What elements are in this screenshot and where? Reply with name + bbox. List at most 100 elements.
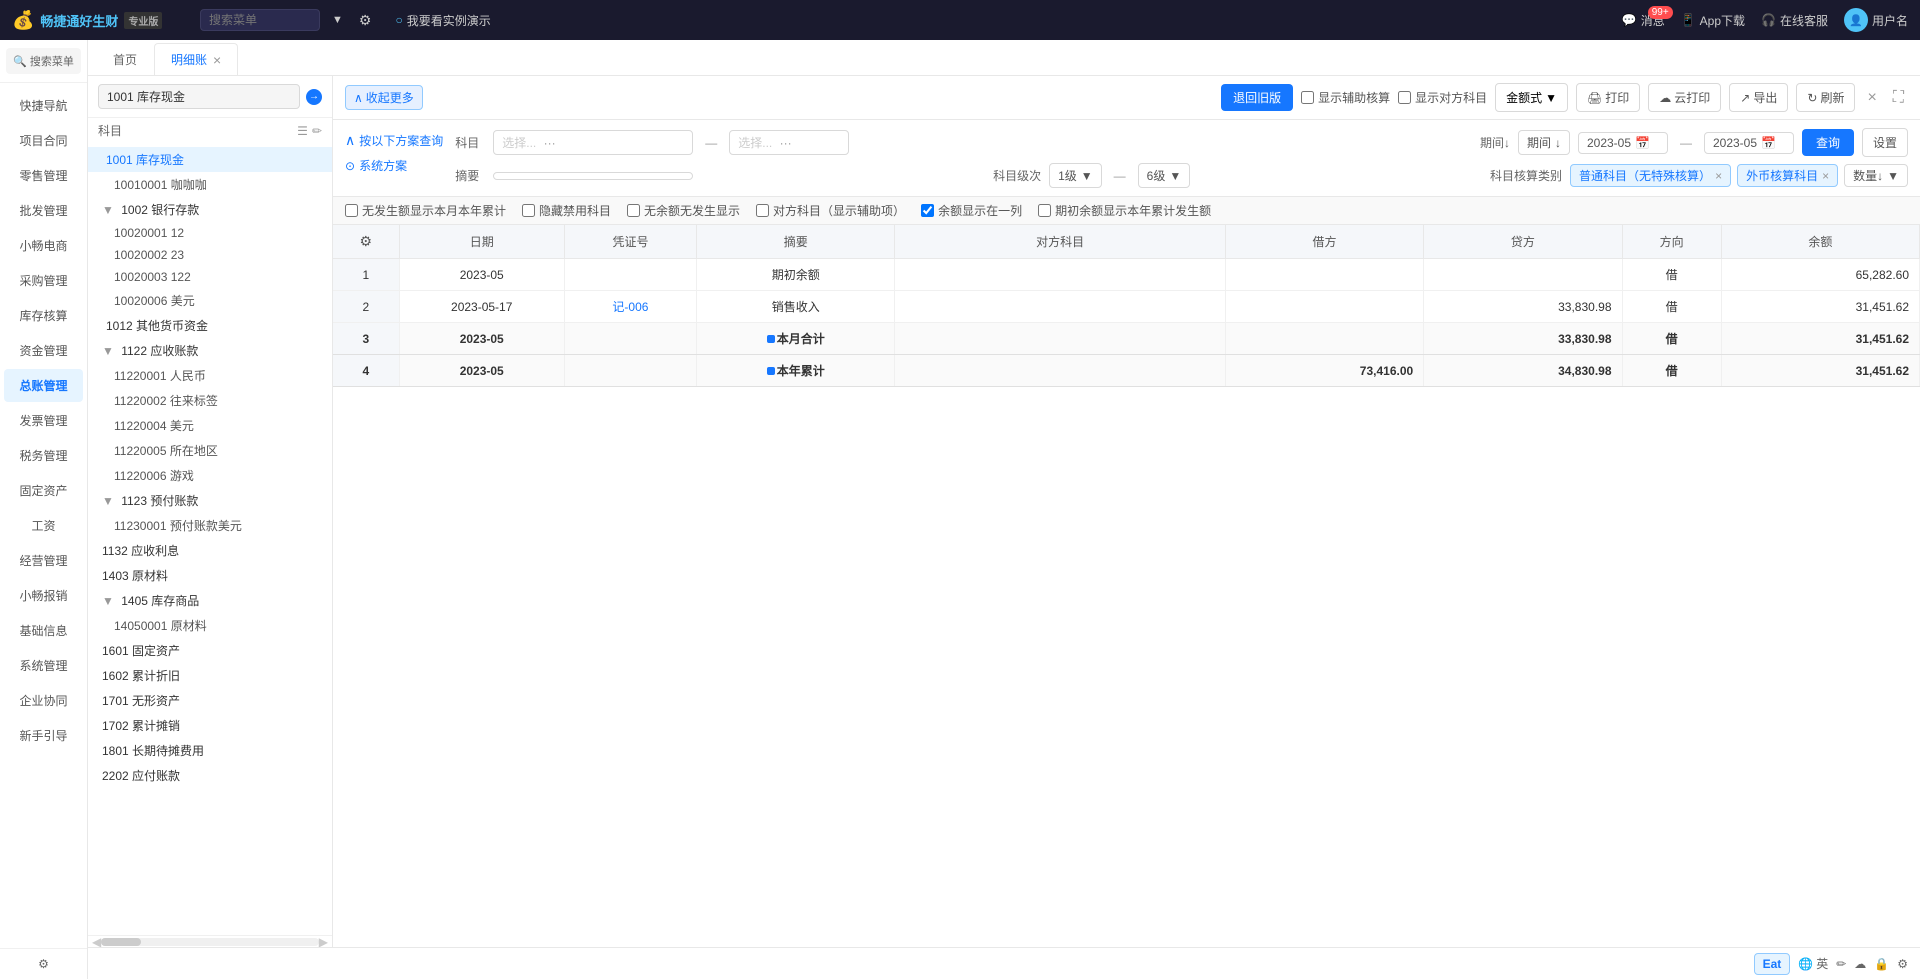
app-download-btn[interactable]: 📱 App下载 (1681, 12, 1745, 29)
subject-filter-input[interactable]: 选择... ··· (493, 130, 693, 155)
check-item-no-occurrence[interactable]: 无发生额显示本月本年累计 (345, 202, 506, 219)
tree-item-11220002[interactable]: 11220002 往来标签 (88, 388, 332, 413)
checkbox-show-ytd[interactable] (1038, 204, 1051, 217)
tree-list-icon[interactable]: ☰ (297, 124, 308, 138)
th-settings[interactable]: ⚙ (333, 225, 399, 259)
sidebar-item-project-contract[interactable]: 项目合同 (4, 124, 83, 157)
tree-item-1601[interactable]: 1601 固定资产 (88, 638, 332, 663)
user-avatar[interactable]: 👤 用户名 (1844, 8, 1908, 32)
tree-item-11220006[interactable]: 11220006 游戏 (88, 463, 332, 488)
tree-item-10020001[interactable]: 10020001 12 (88, 222, 332, 244)
check-item-hide-disabled[interactable]: 隐藏禁用科目 (522, 202, 611, 219)
level-to-select[interactable]: 6级 ▼ (1138, 163, 1191, 188)
collapse-filter-btn[interactable]: ∧ 收起更多 (345, 85, 423, 110)
tree-item-1702[interactable]: 1702 累计摊销 (88, 713, 332, 738)
sidebar-item-sys-manage[interactable]: 系统管理 (4, 649, 83, 682)
sidebar-item-quick-nav[interactable]: 快捷导航 (4, 89, 83, 122)
sidebar-item-capital[interactable]: 资金管理 (4, 334, 83, 367)
level-from-select[interactable]: 1级 ▼ (1049, 163, 1102, 188)
sidebar-item-enterprise[interactable]: 企业协同 (4, 684, 83, 717)
cloud-print-btn[interactable]: ☁ 云打印 (1648, 83, 1721, 112)
filter-tag-remove-0[interactable]: × (1715, 169, 1722, 183)
sidebar-item-invoice[interactable]: 发票管理 (4, 404, 83, 437)
tree-item-1602[interactable]: 1602 累计折旧 (88, 663, 332, 688)
sidebar-settings-btn[interactable]: ⚙ (0, 948, 87, 979)
scheme-collapse-icon[interactable]: ∧ (345, 132, 355, 149)
tree-item-10020006[interactable]: 10020006 美元 (88, 288, 332, 313)
tree-item-14050001[interactable]: 14050001 原材料 (88, 613, 332, 638)
checkbox-hide-disabled[interactable] (522, 204, 535, 217)
tab-close-ledger[interactable]: × (213, 53, 221, 67)
top-search-input[interactable] (200, 9, 320, 31)
sidebar-search-btn[interactable]: 🔍 搜索菜单 (6, 48, 81, 74)
sidebar-item-inventory[interactable]: 库存核算 (4, 299, 83, 332)
gear-icon[interactable]: ⚙ (359, 12, 372, 29)
tree-item-1001[interactable]: 1001 库存现金 (88, 147, 332, 172)
table-area[interactable]: ⚙ 日期 凭证号 摘要 对方科目 借方 贷方 方向 余额 120 (333, 225, 1920, 947)
check-item-no-balance[interactable]: 无余额无发生显示 (627, 202, 740, 219)
tree-item-1122[interactable]: ▼ 1122 应收账款 (88, 338, 332, 363)
query-btn[interactable]: 查询 (1802, 129, 1854, 156)
scrollbar-area[interactable] (101, 938, 319, 946)
cloud-sync-icon-btn[interactable]: ☁ (1854, 957, 1866, 971)
tree-item-11220005[interactable]: 11220005 所在地区 (88, 438, 332, 463)
close-panel-btn[interactable]: × (1863, 85, 1880, 111)
checkbox-no-occurrence[interactable] (345, 204, 358, 217)
edit-icon-btn[interactable]: ✏ (1836, 957, 1846, 971)
tree-item-11220001[interactable]: 11220001 人民币 (88, 363, 332, 388)
check-item-contra-subject[interactable]: 对方科目（显示辅助项） (756, 202, 905, 219)
checkbox-balance-one-col[interactable] (921, 204, 934, 217)
tree-item-1002[interactable]: ▼ 1002 银行存款 (88, 197, 332, 222)
sidebar-item-ecommerce[interactable]: 小畅电商 (4, 229, 83, 262)
tab-home[interactable]: 首页 (96, 43, 154, 75)
sidebar-item-new-guide[interactable]: 新手引导 (4, 719, 83, 752)
sidebar-item-basic-info[interactable]: 基础信息 (4, 614, 83, 647)
refresh-btn[interactable]: ↻ 刷新 (1796, 83, 1855, 112)
show-aux-check[interactable]: 显示辅助核算 (1301, 89, 1390, 106)
scheme-name[interactable]: 系统方案 (359, 157, 407, 174)
filter-tag-remove-1[interactable]: × (1822, 169, 1829, 183)
lang-btn[interactable]: 🌐 英 (1798, 955, 1828, 972)
tree-item-10020003[interactable]: 10020003 122 (88, 266, 332, 288)
sidebar-item-fixed-assets[interactable]: 固定资产 (4, 474, 83, 507)
voucher-link-1[interactable]: 记-006 (612, 300, 648, 314)
tree-item-1405[interactable]: ▼ 1405 库存商品 (88, 588, 332, 613)
tree-item-11230001[interactable]: 11230001 预付账款美元 (88, 513, 332, 538)
summary-filter-input[interactable] (493, 172, 693, 180)
sidebar-item-tax[interactable]: 税务管理 (4, 439, 83, 472)
export-btn[interactable]: ↗ 导出 (1729, 83, 1788, 112)
message-btn[interactable]: 💬 消息 99+ (1622, 12, 1665, 29)
filter-tag-arrow-2[interactable]: ▼ (1887, 169, 1899, 183)
sidebar-item-purchase[interactable]: 采购管理 (4, 264, 83, 297)
sidebar-item-retail[interactable]: 零售管理 (4, 159, 83, 192)
filter-scheme-label[interactable]: 按以下方案查询 (359, 132, 443, 149)
sidebar-item-general-ledger[interactable]: 总账管理 (4, 369, 83, 402)
sidebar-item-sales-report[interactable]: 小畅报销 (4, 579, 83, 612)
tree-item-2202[interactable]: 2202 应付账款 (88, 763, 332, 788)
sidebar-item-wholesale[interactable]: 批发管理 (4, 194, 83, 227)
check-item-balance-one-col[interactable]: 余额显示在一列 (921, 202, 1022, 219)
online-service-btn[interactable]: 🎧 在线客服 (1761, 12, 1828, 29)
tree-item-1403[interactable]: 1403 原材料 (88, 563, 332, 588)
tree-item-1132[interactable]: 1132 应收利息 (88, 538, 332, 563)
setting-btn[interactable]: 设置 (1862, 128, 1908, 157)
tree-item-1701[interactable]: 1701 无形资产 (88, 688, 332, 713)
tree-item-10010001[interactable]: 10010001 咖咖咖 (88, 172, 332, 197)
period-type-select[interactable]: 期间 ↓ (1518, 130, 1570, 155)
check-item-show-ytd[interactable]: 期初余额显示本年累计发生额 (1038, 202, 1211, 219)
expand-panel-btn[interactable]: ⛶ (1889, 85, 1908, 111)
demo-link[interactable]: ○ 我要看实例演示 (395, 12, 490, 29)
tree-edit-icon[interactable]: ✏ (312, 124, 322, 138)
tree-item-11220004[interactable]: 11220004 美元 (88, 413, 332, 438)
sidebar-item-salary[interactable]: 工资 (4, 509, 83, 542)
scroll-right-arrow[interactable]: ▶ (319, 935, 328, 948)
amount-style-btn[interactable]: 金额式 ▼ (1495, 83, 1568, 112)
show-contra-check[interactable]: 显示对方科目 (1398, 89, 1487, 106)
eat-btn[interactable]: Eat (1754, 953, 1791, 975)
subject-selector-arrow[interactable]: → (306, 89, 322, 105)
subject-selector[interactable]: 1001 库存现金 (98, 84, 300, 109)
period-to-input[interactable]: 2023-05 📅 (1704, 132, 1794, 154)
search-dropdown-icon[interactable]: ▼ (332, 14, 343, 26)
cell-voucher-1[interactable]: 记-006 (564, 291, 696, 323)
checkbox-no-balance[interactable] (627, 204, 640, 217)
